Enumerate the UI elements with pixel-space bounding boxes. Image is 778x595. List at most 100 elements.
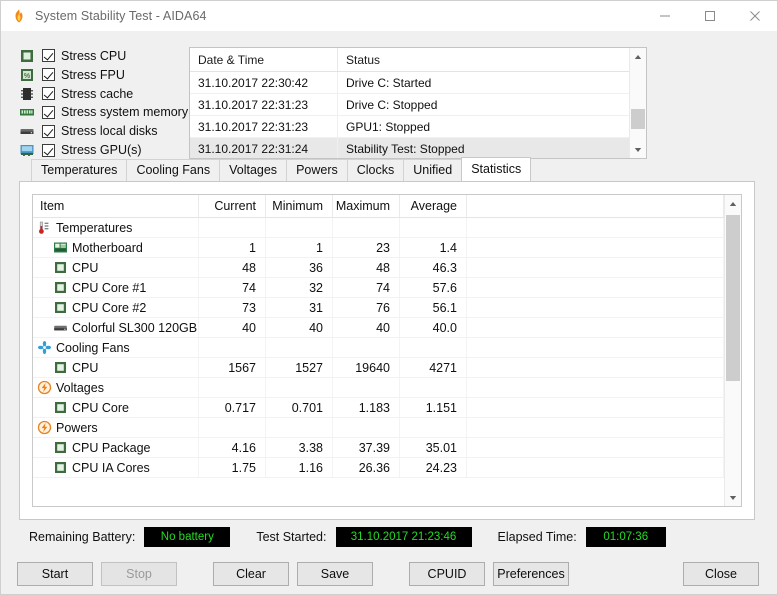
statistics-item-row[interactable]: CPU Core #2 73 31 76 56.1 [33, 298, 724, 318]
tab-voltages[interactable]: Voltages [219, 159, 288, 181]
statistics-filler-cell [467, 218, 724, 237]
statistics-item-row[interactable]: CPU IA Cores 1.75 1.16 26.36 24.23 [33, 458, 724, 478]
stress-option-system-memory[interactable]: Stress system memory [19, 103, 189, 121]
column-header-average[interactable]: Average [400, 195, 467, 217]
stress-system-memory-checkbox[interactable] [42, 105, 55, 119]
cpu-chip-icon [53, 360, 68, 375]
scroll-down-icon[interactable] [630, 141, 646, 158]
statistics-item-cell: Voltages [33, 378, 199, 397]
log-header-status[interactable]: Status [338, 48, 629, 71]
tab-temperatures[interactable]: Temperatures [31, 159, 128, 181]
log-header-date[interactable]: Date & Time [190, 48, 338, 71]
statistics-maximum-cell: 1.183 [333, 398, 400, 417]
statistics-maximum-cell: 37.39 [333, 438, 400, 457]
maximize-button[interactable] [687, 1, 732, 31]
scroll-thumb[interactable] [726, 214, 740, 381]
event-log-scrollbar[interactable] [629, 48, 646, 158]
preferences-button[interactable]: Preferences [493, 562, 569, 586]
tab-cooling-fans[interactable]: Cooling Fans [126, 159, 221, 181]
statistics-item-row[interactable]: CPU 1567 1527 19640 4271 [33, 358, 724, 378]
statistics-item-row[interactable]: CPU Package 4.16 3.38 37.39 35.01 [33, 438, 724, 458]
remaining-battery-value: No battery [144, 527, 231, 547]
scroll-thumb[interactable] [631, 109, 645, 129]
statistics-maximum-cell: 40 [333, 318, 400, 337]
stress-fpu-checkbox[interactable] [42, 68, 55, 82]
statistics-item-label: Powers [56, 420, 98, 435]
stress-option-label: Stress CPU [61, 48, 127, 63]
statistics-minimum-cell: 31 [266, 298, 333, 317]
statistics-item-label: CPU Core #1 [72, 280, 147, 295]
title-bar: System Stability Test - AIDA64 [1, 1, 777, 31]
statistics-minimum-cell [266, 418, 333, 437]
log-row-date: 31.10.2017 22:31:23 [190, 116, 338, 137]
scroll-up-icon[interactable] [725, 195, 741, 212]
statistics-item-label: Temperatures [56, 220, 133, 235]
statistics-item-row[interactable]: CPU Core 0.717 0.701 1.183 1.151 [33, 398, 724, 418]
statistics-item-cell: Temperatures [33, 218, 199, 237]
column-header-maximum[interactable]: Maximum [333, 195, 400, 217]
log-row[interactable]: 31.10.2017 22:31:23 Drive C: Stopped [190, 94, 629, 116]
statistics-item-row[interactable]: Colorful SL300 120GB 40 40 40 40.0 [33, 318, 724, 338]
column-header-filler [467, 195, 724, 217]
tab-powers[interactable]: Powers [286, 159, 348, 181]
stress-option-cpu[interactable]: Stress CPU [19, 47, 189, 65]
statistics-average-cell: 24.23 [400, 458, 467, 477]
statistics-current-cell: 1567 [199, 358, 266, 377]
scroll-track[interactable] [630, 65, 646, 141]
scroll-up-icon[interactable] [630, 48, 646, 65]
event-log-main: Date & Time Status 31.10.2017 22:30:42 D… [190, 48, 629, 158]
column-header-minimum[interactable]: Minimum [266, 195, 333, 217]
event-log-list[interactable]: Date & Time Status 31.10.2017 22:30:42 D… [189, 47, 647, 159]
log-row-selected[interactable]: 31.10.2017 22:31:24 Stability Test: Stop… [190, 138, 629, 158]
start-button[interactable]: Start [17, 562, 93, 586]
log-row[interactable]: 31.10.2017 22:30:42 Drive C: Started [190, 72, 629, 94]
statistics-item-cell: CPU [33, 258, 199, 277]
statistics-item-cell: Powers [33, 418, 199, 437]
scroll-track[interactable] [725, 212, 741, 489]
statistics-filler-cell [467, 338, 724, 357]
stress-option-label: Stress system memory [61, 105, 189, 120]
statistics-item-row[interactable]: CPU Core #1 74 32 74 57.6 [33, 278, 724, 298]
statistics-item-label: CPU Core #2 [72, 300, 147, 315]
stress-local-disks-checkbox[interactable] [42, 124, 55, 138]
clear-button[interactable]: Clear [213, 562, 289, 586]
stress-option-fpu[interactable]: % Stress FPU [19, 66, 189, 84]
statistics-group-row[interactable]: Temperatures [33, 218, 724, 238]
tab-clocks[interactable]: Clocks [346, 159, 405, 181]
window-controls [642, 1, 777, 31]
statistics-scrollbar[interactable] [724, 195, 741, 506]
tab-unified[interactable]: Unified [403, 159, 463, 181]
log-row[interactable]: 31.10.2017 22:31:23 GPU1: Stopped [190, 116, 629, 138]
statistics-item-row[interactable]: Motherboard 1 1 23 1.4 [33, 238, 724, 258]
statistics-maximum-cell [333, 378, 400, 397]
stress-gpu-checkbox[interactable] [42, 143, 55, 157]
close-button[interactable] [732, 1, 777, 31]
cpu-chip-icon [53, 260, 68, 275]
column-header-item[interactable]: Item [33, 195, 199, 217]
stress-option-local-disks[interactable]: Stress local disks [19, 122, 189, 140]
tab-statistics[interactable]: Statistics [461, 157, 532, 181]
cpu-chip-icon [53, 440, 68, 455]
status-strip: Remaining Battery: No battery Test Start… [1, 520, 777, 554]
statistics-group-row[interactable]: Voltages [33, 378, 724, 398]
scroll-down-icon[interactable] [725, 489, 741, 506]
log-row-status: GPU1: Stopped [346, 119, 431, 134]
close-dialog-button[interactable]: Close [683, 562, 759, 586]
statistics-group-row[interactable]: Powers [33, 418, 724, 438]
stress-cpu-checkbox[interactable] [42, 49, 55, 63]
cpuid-button[interactable]: CPUID [409, 562, 485, 586]
column-header-current[interactable]: Current [199, 195, 266, 217]
statistics-current-cell: 4.16 [199, 438, 266, 457]
save-button[interactable]: Save [297, 562, 373, 586]
statistics-item-row[interactable]: CPU 48 36 48 46.3 [33, 258, 724, 278]
statistics-group-row[interactable]: Cooling Fans [33, 338, 724, 358]
stress-option-cache[interactable]: Stress cache [19, 85, 189, 103]
statistics-minimum-cell: 0.701 [266, 398, 333, 417]
statistics-maximum-cell: 74 [333, 278, 400, 297]
statistics-current-cell: 0.717 [199, 398, 266, 417]
elapsed-time-label: Elapsed Time: [497, 530, 577, 544]
stress-cache-checkbox[interactable] [42, 87, 55, 101]
stress-option-gpu[interactable]: Stress GPU(s) [19, 141, 189, 159]
log-row-date: 31.10.2017 22:31:23 [190, 94, 338, 115]
minimize-button[interactable] [642, 1, 687, 31]
